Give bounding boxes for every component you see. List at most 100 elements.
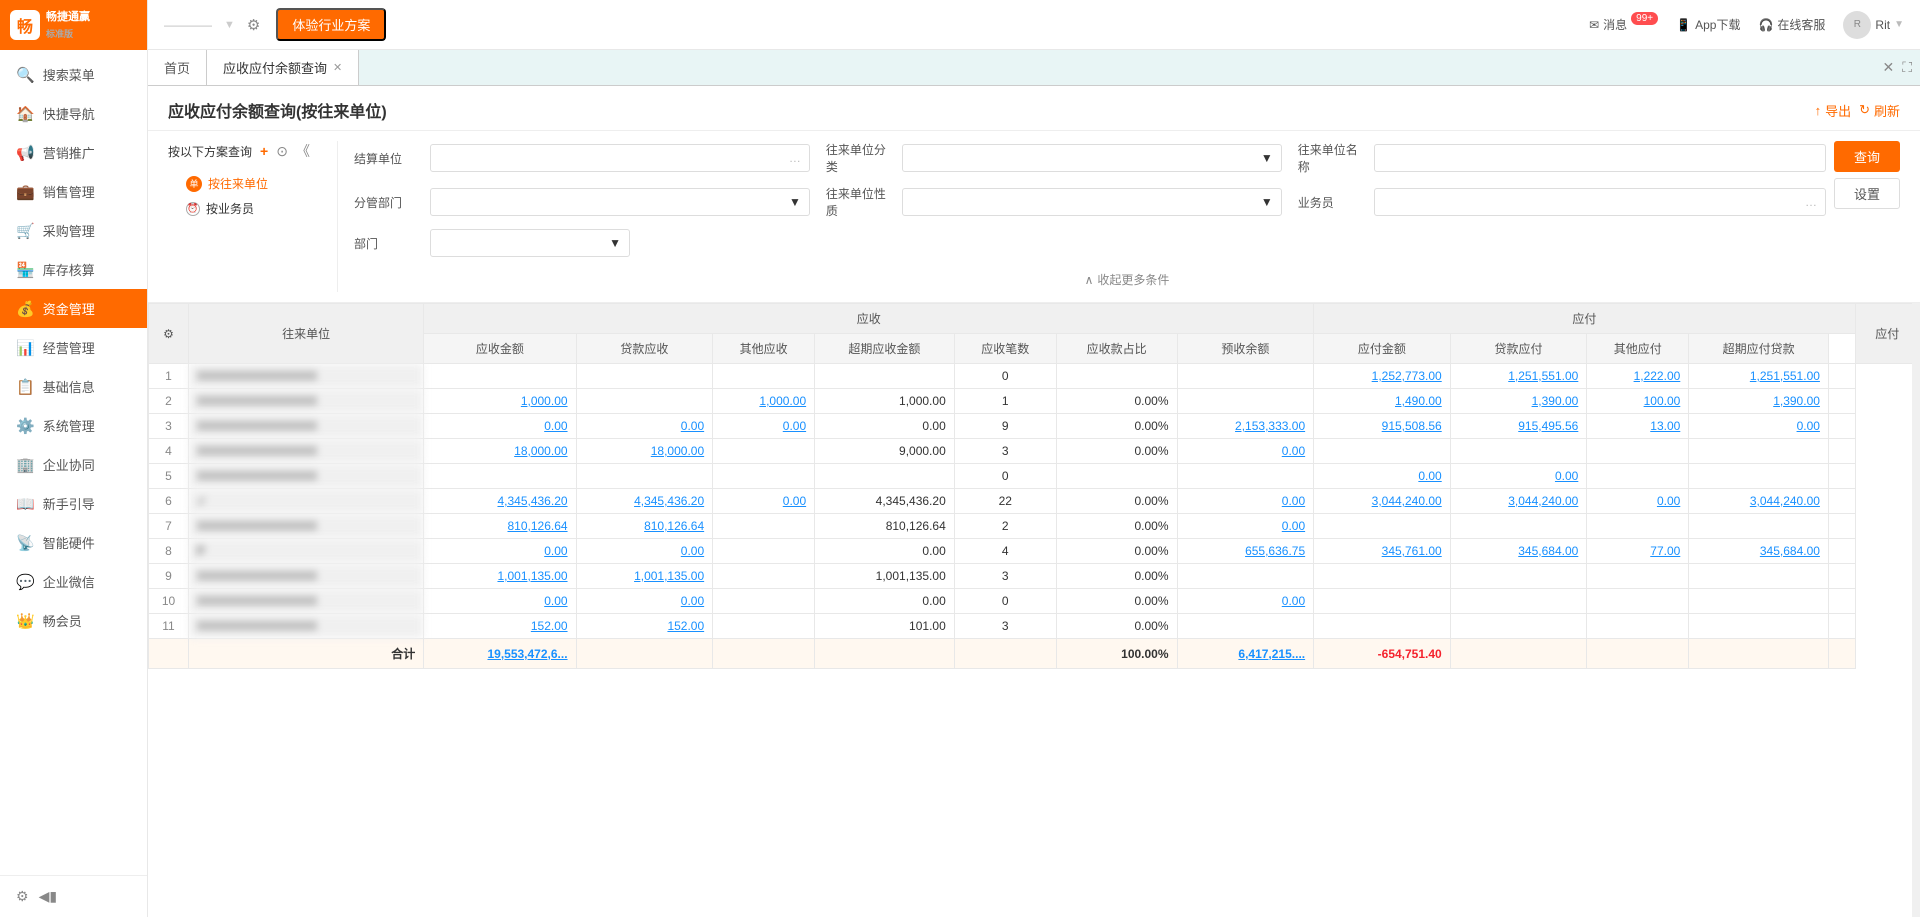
table-row: 5XXXXXXXXXXXXXXX00.000.00 [149,464,1920,489]
unit-nature-dropdown[interactable]: ▼ [902,188,1282,216]
header-right: ✉ 消息 99+ 📱 App下载 🎧 在线客服 R Rit ▼ [1589,11,1904,39]
dept-label: 部门 [354,235,414,252]
dept-dropdown[interactable]: ▼ [430,229,630,257]
sidebar-item-purchase[interactable]: 🛒 采购管理 [0,211,147,250]
row-unit: XXXXXXXXXXXXXXX [189,514,424,539]
table-footer-row: 合计 19,553,472,6... 100.00% 6,417,215....… [149,639,1920,669]
hardware-icon: 📡 [16,534,35,552]
footer-ap-loan [1450,639,1587,669]
tab-arbalance[interactable]: 应收应付余额查询 ✕ [207,50,359,85]
scheme-unit-icon: 单 [186,176,202,192]
page-container: 应收应付余额查询(按往来单位) ↑ 导出 ↻ 刷新 按以下方案查询 [148,86,1920,917]
sidebar-item-wechat[interactable]: 💬 企业微信 [0,562,147,601]
filter-add-button[interactable]: + [260,143,268,159]
app-icon: 📱 [1676,18,1691,32]
corp-icon: 🏢 [16,456,35,474]
col-ap-loan: 贷款应付 [1450,334,1587,364]
sidebar-item-inventory[interactable]: 🏪 库存核算 [0,250,147,289]
sidebar-item-management[interactable]: 📊 经营管理 [0,328,147,367]
row-no: 11 [149,614,189,639]
sidebar-item-sales[interactable]: 💼 销售管理 [0,172,147,211]
scheme-list: 单 按往来单位 ⏰ 按业务员 [168,171,327,221]
footer-collapse-btn[interactable]: ◀▮ [39,888,57,905]
row-no: 10 [149,589,189,614]
refresh-button[interactable]: ↻ 刷新 [1859,101,1900,120]
row-no: 6 [149,489,189,514]
scheme-by-staff[interactable]: ⏰ 按业务员 [178,196,327,221]
user-info[interactable]: R Rit ▼ [1843,11,1904,39]
sidebar-item-nav[interactable]: 🏠 快捷导航 [0,94,147,133]
settings-button[interactable]: 设置 [1834,178,1900,209]
inventory-icon: 🏪 [16,261,35,279]
message-icon: ✉ [1589,18,1599,32]
filter-collapse-button[interactable]: 《 [296,141,310,161]
query-button[interactable]: 查询 [1834,141,1900,172]
sidebar-item-system[interactable]: ⚙️ 系统管理 [0,406,147,445]
header-breadcrumb: ———— [164,18,212,32]
tab-close-icon[interactable]: ✕ [333,61,342,74]
page-actions: ↑ 导出 ↻ 刷新 [1815,101,1900,120]
export-icon: ↑ [1815,103,1822,118]
sidebar-item-member[interactable]: 👑 畅会员 [0,601,147,640]
tab-close-all-icon[interactable]: ✕ [1882,59,1894,76]
sidebar-item-corp[interactable]: 🏢 企业协同 [0,445,147,484]
scrollbar[interactable] [1912,303,1920,917]
dept-manage-dropdown[interactable]: ▼ [430,188,810,216]
col-ar-ratio: 应收款占比 [1056,334,1177,364]
col-settings-icon[interactable]: ⚙ [149,304,189,364]
basic-icon: 📋 [16,378,35,396]
row-unit: XXXXXXXXXXXXXXX [189,589,424,614]
unit-category-dropdown[interactable]: ▼ [902,144,1282,172]
header-dropdown[interactable]: ▼ [224,19,235,31]
row-no: 2 [149,389,189,414]
collapse-more-button[interactable]: ∧ 收起更多条件 [354,267,1900,292]
tab-maximize-icon[interactable]: ⛶ [1902,59,1912,76]
dept-manage-arrow: ▼ [789,195,801,209]
capital-icon: 💰 [16,300,35,318]
promo-button[interactable]: 体验行业方案 [276,8,386,41]
table-row: 1XXXXXXXXXXXXXXX01,252,773.001,251,551.0… [149,364,1920,389]
filter-area: 按以下方案查询 + ⊙ 《 单 按往来单位 ⏰ 按业务员 [148,131,1920,303]
sidebar-item-marketing[interactable]: 📢 营销推广 [0,133,147,172]
salesperson-input[interactable]: … [1374,188,1826,216]
footer-ar-prepay[interactable]: 6,417,215.... [1177,639,1314,669]
col-ap-other: 其他应付 [1587,334,1689,364]
col-ar-group: 应收 [424,304,1314,334]
sidebar-item-search[interactable]: 🔍 搜索菜单 [0,55,147,94]
footer-ap-col16 [1828,639,1855,669]
table-row: 2XXXXXXXXXXXXXXX1,000.001,000.001,000.00… [149,389,1920,414]
header-gear-icon[interactable]: ⚙ [247,16,260,34]
scheme-by-unit[interactable]: 单 按往来单位 [178,171,327,196]
app-download-button[interactable]: 📱 App下载 [1676,16,1740,33]
table-container[interactable]: ⚙ 往来单位 应收 应付 应付 应收金额 贷款应收 其他应收 超期应收金额 [148,303,1920,669]
unit-name-input[interactable] [1374,144,1826,172]
sidebar-item-guide[interactable]: 📖 新手引导 [0,484,147,523]
row-unit: XXXXXXXXXXXXXXX [189,414,424,439]
row-no: 4 [149,439,189,464]
footer-ar-other [713,639,815,669]
sales-icon: 💼 [16,183,35,201]
sidebar-item-basic[interactable]: 📋 基础信息 [0,367,147,406]
footer-ap-amount: -654,751.40 [1314,639,1451,669]
settle-unit-input[interactable]: … [430,144,810,172]
col-ar-count: 应收笔数 [954,334,1056,364]
sidebar: 畅 畅捷通赢 标准版 🔍 搜索菜单 🏠 快捷导航 📢 营销推广 💼 销售管理 🛒… [0,0,148,917]
sidebar-item-capital[interactable]: 💰 资金管理 [0,289,147,328]
message-button[interactable]: ✉ 消息 99+ [1589,16,1658,33]
user-name: Rit [1875,18,1890,32]
footer-settings-btn[interactable]: ⚙ [16,888,29,905]
export-button[interactable]: ↑ 导出 [1815,101,1852,120]
row-no: 7 [149,514,189,539]
footer-ap-other [1587,639,1689,669]
service-button[interactable]: 🎧 在线客服 [1758,16,1825,33]
footer-ar-loan [576,639,713,669]
footer-ar-amount[interactable]: 19,553,472,6... [424,639,576,669]
sidebar-item-hardware[interactable]: 📡 智能硬件 [0,523,147,562]
salesperson-label: 业务员 [1298,194,1358,211]
filter-config-button[interactable]: ⊙ [276,143,288,160]
table-row: 7XXXXXXXXXXXXXXX810,126.64810,126.64810,… [149,514,1920,539]
table-row: 8P0.000.000.0040.00%655,636.75345,761.00… [149,539,1920,564]
tab-home[interactable]: 首页 [148,50,207,85]
unit-nature-arrow: ▼ [1261,195,1273,209]
top-header: ———— ▼ ⚙ 体验行业方案 ✉ 消息 99+ 📱 App下载 🎧 在线客服 … [148,0,1920,50]
